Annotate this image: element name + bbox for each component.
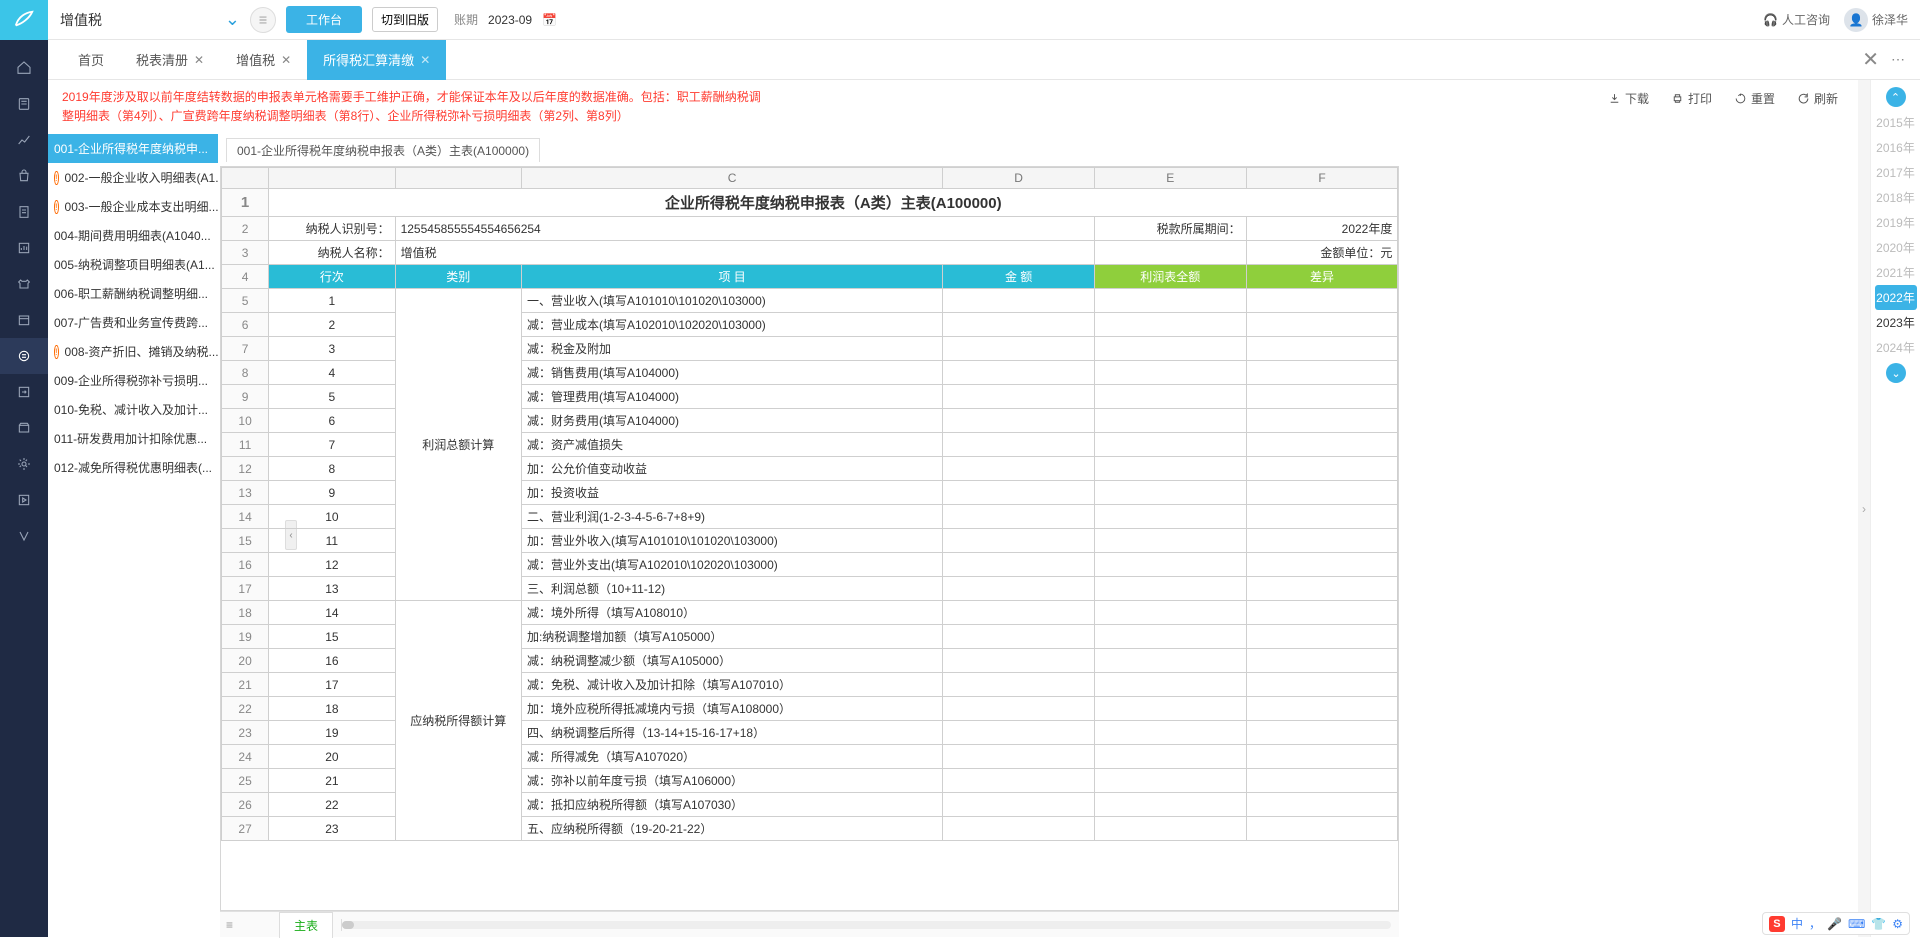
ime-skin-icon[interactable]: 👕 bbox=[1871, 917, 1886, 931]
year-2020年[interactable]: 2020年 bbox=[1875, 235, 1917, 260]
period-value: 2023-09 bbox=[488, 13, 532, 27]
company-name: 增值税 bbox=[60, 10, 102, 30]
form-item-10[interactable]: 011-研发费用加计扣除优惠... bbox=[48, 424, 218, 453]
ime-mic-icon[interactable]: 🎤 bbox=[1827, 917, 1842, 931]
form-item-0[interactable]: 001-企业所得税年度纳税申... bbox=[48, 134, 218, 163]
year-2018年[interactable]: 2018年 bbox=[1875, 185, 1917, 210]
form-item-8[interactable]: 009-企业所得税弥补亏损明... bbox=[48, 366, 218, 395]
table-row: 1814应纳税所得额计算减：境外所得（填写A108010） bbox=[222, 601, 1398, 625]
workbench-button[interactable]: 工作台 bbox=[286, 6, 362, 33]
form-item-7[interactable]: 008-资产折旧、摊销及纳税... bbox=[48, 337, 218, 366]
nav-play-icon[interactable] bbox=[0, 482, 48, 518]
ime-lang[interactable]: 中 bbox=[1791, 915, 1803, 932]
sheet-tabs: ≡ 主表 bbox=[220, 911, 1399, 937]
notice-text: 2019年度涉及取以前年度结转数据的申报表单元格需要手工维护正确，才能保证本年及… bbox=[62, 88, 762, 126]
ime-settings-icon[interactable]: ⚙ bbox=[1892, 917, 1903, 931]
ime-punct[interactable]: ， bbox=[1809, 915, 1821, 932]
right-collapse-icon[interactable]: › bbox=[1858, 80, 1870, 937]
form-item-4[interactable]: 005-纳税调整项目明细表(A1... bbox=[48, 250, 218, 279]
form-item-9[interactable]: 010-免税、减计收入及加计... bbox=[48, 395, 218, 424]
form-item-1[interactable]: 002-一般企业收入明细表(A1... bbox=[48, 163, 218, 192]
sheet-area: 001-企业所得税年度纳税申报表（A类）主表(A100000) CDEF1企业所… bbox=[218, 134, 1858, 937]
nav-v-icon[interactable] bbox=[0, 518, 48, 554]
nav-chart-icon[interactable] bbox=[0, 122, 48, 158]
form-item-11[interactable]: 012-减免所得税优惠明细表(... bbox=[48, 453, 218, 482]
year-2023年[interactable]: 2023年 bbox=[1875, 310, 1917, 335]
table-title: 企业所得税年度纳税申报表（A类）主表(A100000) bbox=[269, 189, 1398, 217]
nav-archive-icon[interactable] bbox=[0, 410, 48, 446]
grid[interactable]: CDEF1企业所得税年度纳税申报表（A类）主表(A100000)2纳税人识别号：… bbox=[220, 166, 1399, 911]
app-logo bbox=[0, 0, 48, 40]
nav-bag-icon[interactable] bbox=[0, 158, 48, 194]
year-up-icon[interactable]: ⌃ bbox=[1886, 87, 1906, 107]
tab-2[interactable]: 增值税✕ bbox=[220, 40, 307, 80]
sheet-nav: ≡ bbox=[220, 918, 239, 932]
year-2017年[interactable]: 2017年 bbox=[1875, 160, 1917, 185]
ime-bar: S 中 ， 🎤 ⌨ 👕 ⚙ bbox=[1762, 912, 1910, 935]
calendar-icon[interactable]: 📅 bbox=[542, 13, 557, 27]
horizontal-scrollbar[interactable] bbox=[341, 919, 1391, 931]
nav-shirt-icon[interactable] bbox=[0, 266, 48, 302]
tab-1[interactable]: 税表清册✕ bbox=[120, 40, 220, 80]
nav-settings-icon[interactable] bbox=[0, 446, 48, 482]
left-sidebar bbox=[0, 0, 48, 937]
year-2016年[interactable]: 2016年 bbox=[1875, 135, 1917, 160]
chevron-down-icon: ⌄ bbox=[225, 9, 240, 30]
form-item-6[interactable]: 007-广告费和业务宣传费跨... bbox=[48, 308, 218, 337]
headset-icon: 🎧 bbox=[1763, 13, 1778, 27]
tab-3[interactable]: 所得税汇算清缴✕ bbox=[307, 40, 446, 80]
nav-home-icon[interactable] bbox=[0, 50, 48, 86]
ime-logo-icon: S bbox=[1769, 916, 1785, 932]
tab-0[interactable]: 首页 bbox=[62, 40, 120, 80]
topbar: 增值税 ⌄ 工作台 切到旧版 账期 2023-09 📅 🎧人工咨询 👤徐泽华 bbox=[48, 0, 1920, 40]
download-button[interactable]: 下载 bbox=[1608, 90, 1649, 107]
form-item-5[interactable]: 006-职工薪酬纳税调整明细... bbox=[48, 279, 218, 308]
table-row: 51利润总额计算一、营业收入(填写A101010\101020\103000) bbox=[222, 289, 1398, 313]
content: 2019年度涉及取以前年度结转数据的申报表单元格需要手工维护正确，才能保证本年及… bbox=[48, 80, 1920, 937]
nav-icons bbox=[0, 40, 48, 937]
company-select[interactable]: 增值税 ⌄ bbox=[60, 9, 240, 30]
year-rail: ⌃ 2015年2016年2017年2018年2019年2020年2021年202… bbox=[1870, 80, 1920, 937]
tab-close-icon[interactable]: ✕ bbox=[194, 53, 204, 67]
year-2021年[interactable]: 2021年 bbox=[1875, 260, 1917, 285]
form-item-2[interactable]: 003-一般企业成本支出明细... bbox=[48, 192, 218, 221]
reset-button[interactable]: 重置 bbox=[1734, 90, 1775, 107]
nav-report-icon[interactable] bbox=[0, 230, 48, 266]
main: 增值税 ⌄ 工作台 切到旧版 账期 2023-09 📅 🎧人工咨询 👤徐泽华 首… bbox=[48, 0, 1920, 937]
sheet-title-tab[interactable]: 001-企业所得税年度纳税申报表（A类）主表(A100000) bbox=[226, 138, 540, 162]
avatar-icon: 👤 bbox=[1844, 8, 1868, 32]
print-button[interactable]: 打印 bbox=[1671, 90, 1712, 107]
year-2024年[interactable]: 2024年 bbox=[1875, 335, 1917, 360]
year-2019年[interactable]: 2019年 bbox=[1875, 210, 1917, 235]
year-2022年[interactable]: 2022年 bbox=[1875, 285, 1917, 310]
tab-close-icon[interactable]: ✕ bbox=[420, 53, 430, 67]
tabbar: 首页税表清册✕增值税✕所得税汇算清缴✕ ✕ ⋯ bbox=[48, 40, 1920, 80]
sheet-tab-main[interactable]: 主表 bbox=[279, 912, 333, 938]
nav-calendar-icon[interactable] bbox=[0, 302, 48, 338]
consult-button[interactable]: 🎧人工咨询 bbox=[1763, 11, 1830, 28]
more-tabs-icon[interactable]: ⋯ bbox=[1891, 51, 1906, 68]
year-down-icon[interactable]: ⌃ bbox=[1886, 363, 1906, 383]
user-menu[interactable]: 👤徐泽华 bbox=[1844, 8, 1908, 32]
toolbar-actions: 下载 打印 重置 刷新 bbox=[1608, 90, 1838, 107]
ime-keyboard-icon[interactable]: ⌨ bbox=[1848, 917, 1865, 931]
tab-close-icon[interactable]: ✕ bbox=[281, 53, 291, 67]
year-2015年[interactable]: 2015年 bbox=[1875, 110, 1917, 135]
close-all-tabs-icon[interactable]: ✕ bbox=[1862, 47, 1879, 72]
nav-first-icon[interactable]: ≡ bbox=[226, 918, 233, 932]
form-list: 001-企业所得税年度纳税申...002-一般企业收入明细表(A1...003-… bbox=[48, 134, 218, 937]
list-round-button[interactable] bbox=[250, 7, 276, 33]
nav-book-icon[interactable] bbox=[0, 86, 48, 122]
period-label: 账期 bbox=[454, 11, 478, 28]
form-item-3[interactable]: 004-期间费用明细表(A1040... bbox=[48, 221, 218, 250]
nav-tax-icon[interactable] bbox=[0, 338, 48, 374]
refresh-button[interactable]: 刷新 bbox=[1797, 90, 1838, 107]
nav-doc-icon[interactable] bbox=[0, 194, 48, 230]
switch-old-button[interactable]: 切到旧版 bbox=[372, 7, 438, 32]
nav-transfer-icon[interactable] bbox=[0, 374, 48, 410]
